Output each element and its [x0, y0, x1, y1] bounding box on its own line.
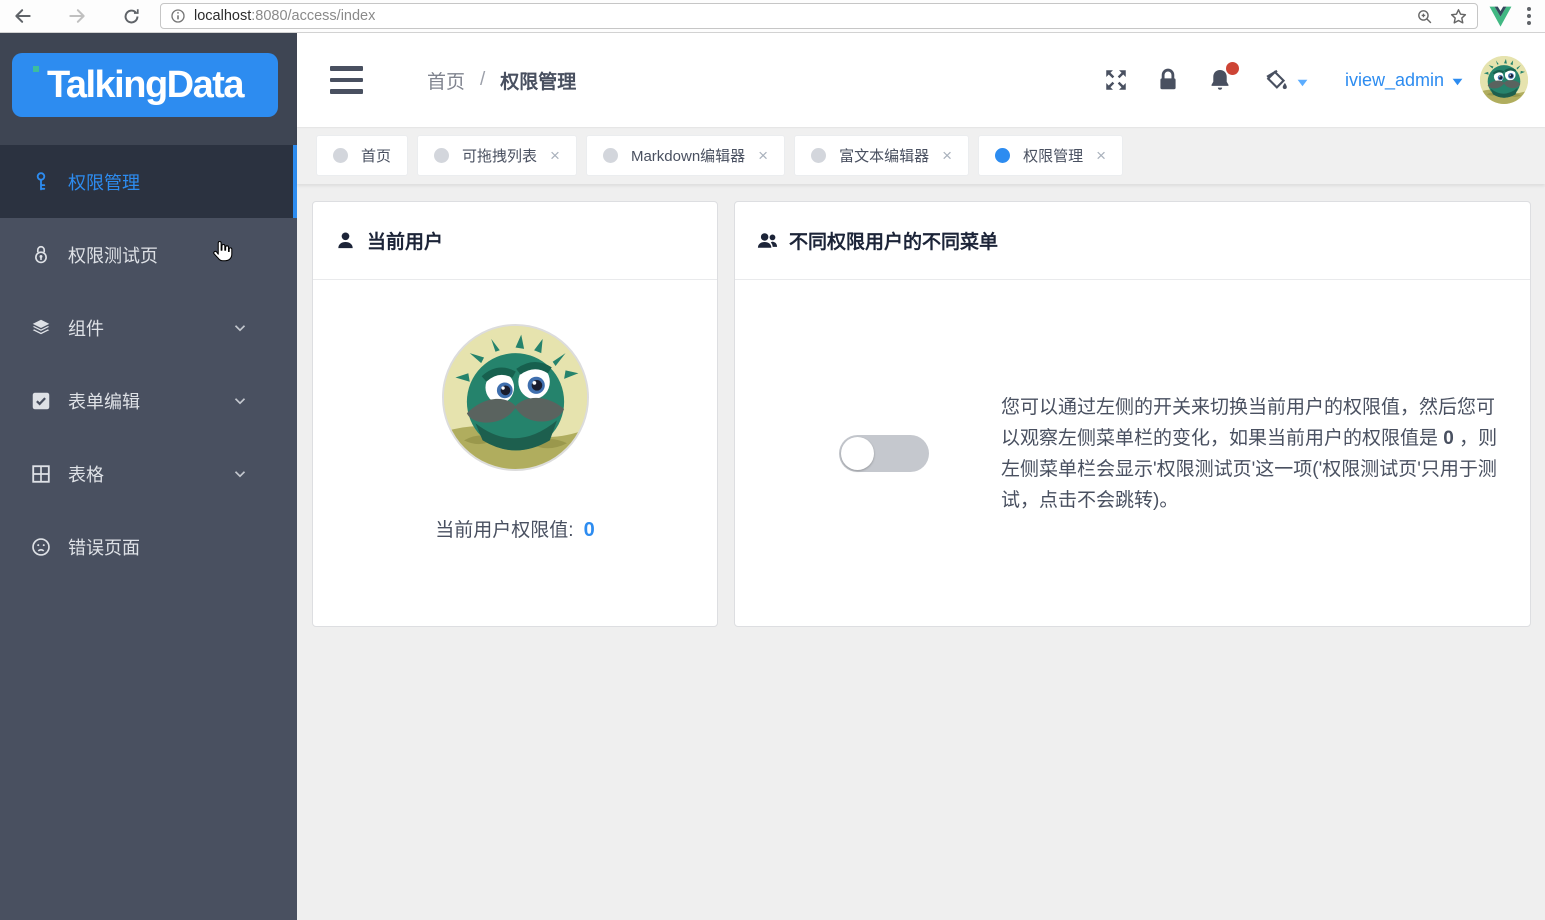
browser-forward-button[interactable] [64, 3, 90, 29]
zoom-icon[interactable] [1416, 8, 1433, 25]
permission-row: 当前用户权限值: 0 [313, 515, 717, 542]
chevron-down-icon [231, 465, 249, 483]
card-title: 当前用户 [367, 232, 444, 253]
url-text: localhost:8080/access/index [194, 8, 375, 24]
tab-label: 富文本编辑器 [839, 148, 930, 165]
sidebar-item-access-admin[interactable]: 权限管理 [0, 145, 297, 218]
close-icon[interactable]: × [942, 147, 952, 164]
description-text: 您可以通过左侧的开关来切换当前用户的权限值，然后您可以观察左侧菜单栏的变化，如果… [1001, 397, 1496, 449]
current-user-avatar [441, 324, 589, 471]
tab-status-dot [995, 148, 1011, 163]
permission-toggle[interactable] [839, 435, 929, 472]
url-host: localhost [194, 8, 252, 24]
permission-description: 您可以通过左侧的开关来切换当前用户的权限值，然后您可以观察左侧菜单栏的变化，如果… [1001, 392, 1513, 516]
breadcrumb-home[interactable]: 首页 [427, 67, 465, 94]
theme-picker[interactable] [1263, 67, 1309, 93]
sidebar-item-components[interactable]: 组件 [0, 291, 297, 364]
tab-label: 首页 [361, 148, 392, 165]
tab-label: Markdown编辑器 [630, 148, 746, 165]
tab-access-admin[interactable]: 权限管理 × [978, 135, 1124, 176]
chevron-down-icon [231, 319, 249, 337]
app-frame: TalkingData 权限管理 权限测试页 组件 表单编辑 表格 错误页面 首… [0, 33, 1545, 920]
page-content: 当前用户 当前用户权限值: 0 不同权限用户的不同菜单 您可以通过左侧的开关来切… [297, 184, 1545, 627]
user-avatar[interactable] [1480, 56, 1528, 104]
description-value: 0 [1443, 428, 1454, 449]
browser-menu-icon[interactable] [1527, 7, 1531, 25]
open-page-tabs: 首页 可拖拽列表 × Markdown编辑器 × 富文本编辑器 × 权限管理 × [297, 127, 1545, 184]
card-title: 不同权限用户的不同菜单 [789, 232, 999, 253]
logo-text: TalkingData [46, 63, 245, 106]
close-icon[interactable]: × [1096, 147, 1106, 164]
tab-status-dot [602, 148, 618, 163]
topbar-actions: iview_admin [1077, 56, 1528, 104]
tab-richtext-editor[interactable]: 富文本编辑器 × [794, 135, 970, 176]
person-icon [334, 229, 357, 252]
fullscreen-icon[interactable] [1103, 67, 1129, 93]
layers-icon [30, 317, 52, 339]
user-dropdown[interactable]: iview_admin [1345, 70, 1464, 91]
tab-draggable-list[interactable]: 可拖拽列表 × [417, 135, 577, 176]
paint-bucket-icon [1263, 67, 1289, 93]
topbar: 首页 / 权限管理 iview_admin [297, 33, 1545, 127]
lock-icon [30, 244, 52, 266]
sidebar-item-label: 权限测试页 [68, 245, 158, 266]
lock-screen-icon[interactable] [1155, 67, 1181, 93]
tab-label: 可拖拽列表 [462, 148, 538, 165]
sidebar-item-label: 错误页面 [68, 537, 140, 558]
browser-toolbar: localhost:8080/access/index [0, 0, 1545, 33]
page-info-icon[interactable] [170, 8, 186, 24]
sad-face-icon [30, 536, 52, 558]
table-icon [30, 463, 52, 485]
sidebar-item-label: 权限管理 [68, 172, 140, 193]
sidebar-item-label: 表格 [68, 464, 104, 485]
bookmark-star-icon[interactable] [1449, 7, 1468, 26]
caret-down-icon [1296, 76, 1309, 89]
url-path: :8080/access/index [251, 8, 376, 24]
tab-home[interactable]: 首页 [316, 135, 409, 176]
breadcrumb-separator: / [480, 69, 486, 90]
address-bar[interactable]: localhost:8080/access/index [160, 3, 1478, 29]
main-area: 首页 / 权限管理 iview_admin 首页 可拖拽列表 × Markdow… [297, 33, 1545, 920]
tab-status-dot [434, 148, 450, 163]
breadcrumb-current: 权限管理 [500, 71, 577, 93]
menu-access-card: 不同权限用户的不同菜单 您可以通过左侧的开关来切换当前用户的权限值，然后您可以观… [734, 201, 1531, 627]
vue-devtools-icon[interactable] [1488, 5, 1513, 27]
notification-bell-icon[interactable] [1207, 62, 1239, 93]
notification-badge [1225, 62, 1239, 75]
permission-label: 当前用户权限值: [435, 520, 574, 541]
caret-down-icon [1451, 75, 1464, 88]
card-header: 当前用户 [313, 202, 717, 280]
tab-status-dot [811, 148, 827, 163]
toggle-knob [841, 437, 874, 470]
sidebar-item-tables[interactable]: 表格 [0, 437, 297, 510]
sidebar-item-form-edit[interactable]: 表单编辑 [0, 364, 297, 437]
menu-toggle-icon[interactable] [330, 66, 363, 94]
logo-dot [33, 66, 39, 72]
logo-block: TalkingData [0, 33, 297, 145]
checkbox-icon [30, 390, 52, 412]
sidebar-item-access-test[interactable]: 权限测试页 [0, 218, 297, 291]
close-icon[interactable]: × [758, 147, 768, 164]
sidebar-item-label: 组件 [68, 318, 104, 339]
talkingdata-logo: TalkingData [12, 53, 278, 117]
browser-back-button[interactable] [10, 3, 36, 29]
browser-reload-button[interactable] [118, 3, 144, 29]
card-header: 不同权限用户的不同菜单 [735, 202, 1530, 280]
sidebar-item-label: 表单编辑 [68, 391, 140, 412]
tab-label: 权限管理 [1023, 148, 1084, 165]
sidebar-menu: 权限管理 权限测试页 组件 表单编辑 表格 错误页面 [0, 145, 297, 583]
permission-value: 0 [583, 519, 595, 541]
sidebar: TalkingData 权限管理 权限测试页 组件 表单编辑 表格 错误页面 [0, 33, 297, 920]
people-icon [756, 229, 779, 252]
chevron-down-icon [231, 392, 249, 410]
key-icon [30, 171, 52, 193]
tab-markdown-editor[interactable]: Markdown编辑器 × [585, 135, 786, 176]
sidebar-item-error-pages[interactable]: 错误页面 [0, 510, 297, 583]
breadcrumb: 首页 / 权限管理 [427, 67, 576, 94]
close-icon[interactable]: × [550, 147, 560, 164]
username: iview_admin [1344, 69, 1444, 90]
tab-status-dot [333, 148, 348, 163]
current-user-card: 当前用户 当前用户权限值: 0 [312, 201, 718, 627]
